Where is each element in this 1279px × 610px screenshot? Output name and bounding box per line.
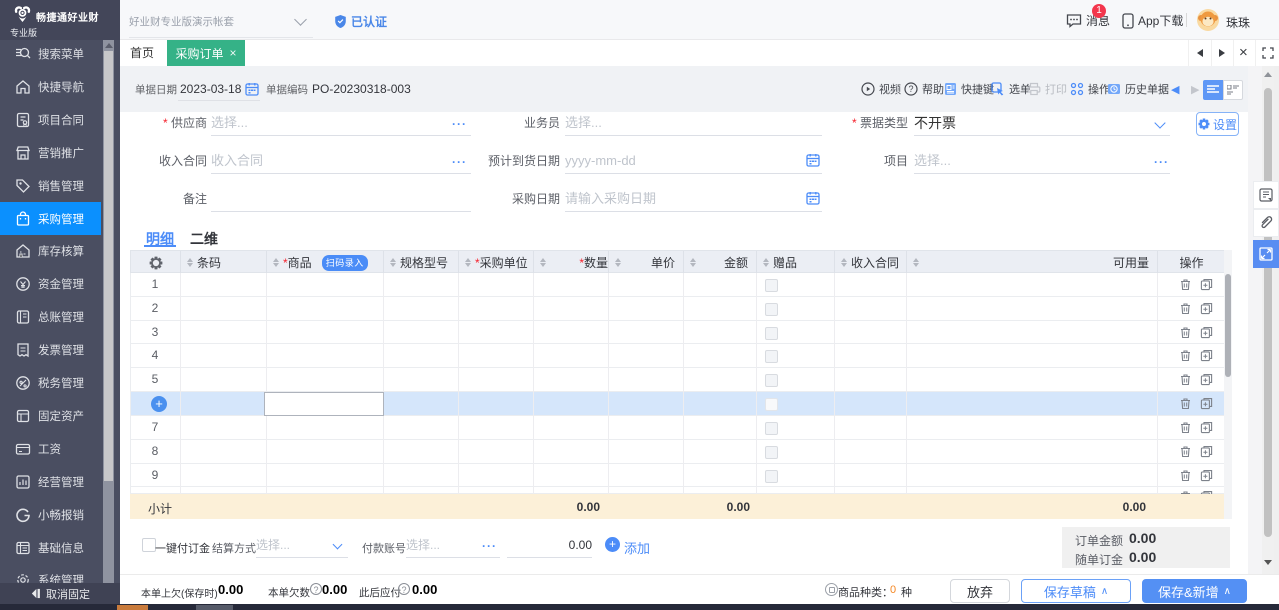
svg-text:?: ? <box>908 84 913 94</box>
